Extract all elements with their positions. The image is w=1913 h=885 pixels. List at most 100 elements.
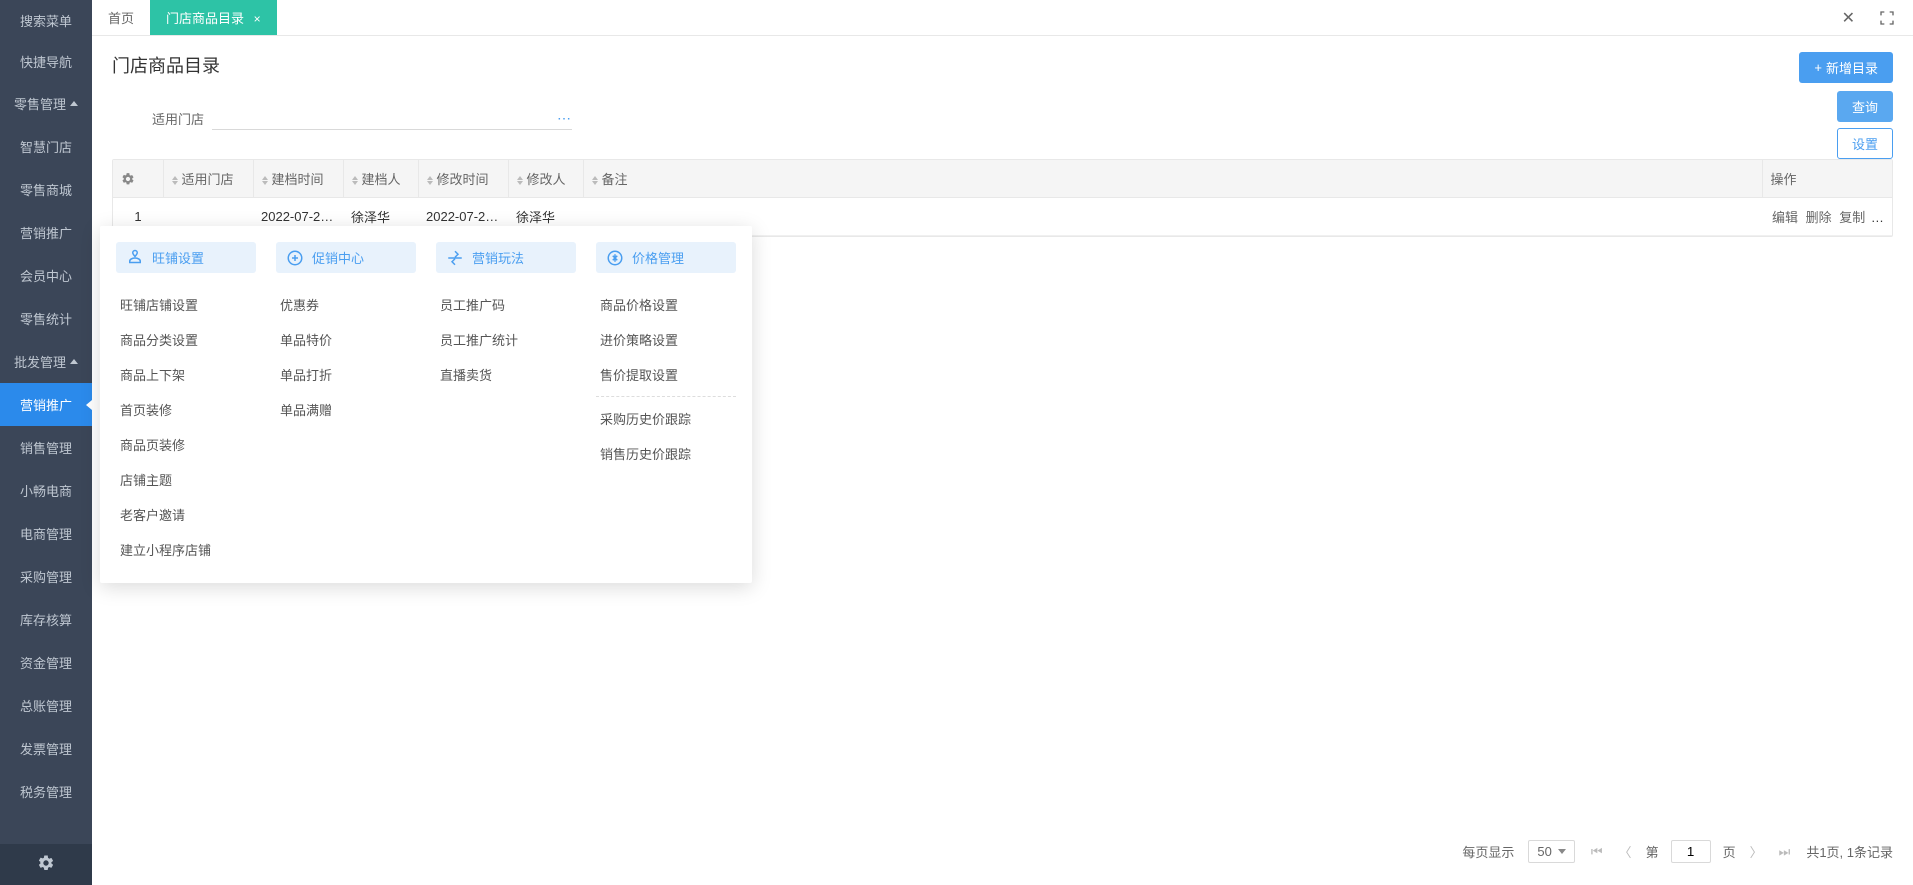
popover-item[interactable]: 售价提取设置 [596,357,736,392]
popover-item[interactable]: 销售历史价跟踪 [596,436,736,471]
th-op: 操作 [1762,160,1892,198]
sidebar-retail-mgmt[interactable]: 零售管理 [0,82,92,125]
per-page-select[interactable]: 50 [1528,840,1574,863]
add-catalog-button[interactable]: + 新增目录 [1799,52,1893,83]
th-label: 修改时间 [437,172,489,187]
sidebar-search-menu[interactable]: 搜索菜单 [0,0,92,41]
th-label: 适用门店 [182,172,234,187]
th-modify-time[interactable]: 修改时间 [418,160,508,198]
popover-item[interactable]: 商品上下架 [116,357,256,392]
th-modifier[interactable]: 修改人 [508,160,583,198]
th-label: 备注 [602,172,628,187]
th-label: 建档时间 [272,172,324,187]
catalog-table: 适用门店 建档时间 建档人 修改时间 修改人 备注 操作 1 2022-07-2… [113,160,1892,236]
popover-item[interactable]: 单品打折 [276,357,416,392]
sidebar-quick-nav[interactable]: 快捷导航 [0,41,92,82]
page-first[interactable]: ⏮ [1589,842,1605,862]
op-edit[interactable]: 编辑 [1772,210,1798,225]
sort-icon [352,176,358,185]
popover-item[interactable]: 商品页装修 [116,427,256,462]
popover-header-label: 旺铺设置 [152,248,204,267]
sidebar-child-marketing[interactable]: 营销推广 [0,211,92,254]
chevron-left-icon [86,400,92,410]
op-copy[interactable]: 复制 [1839,210,1865,225]
popover-header-label: 营销玩法 [472,248,524,267]
popover-item[interactable]: 首页装修 [116,392,256,427]
tab-home[interactable]: 首页 [92,0,150,35]
popover-header-promo: 促销中心 [276,242,416,273]
tab-label: 门店商品目录 [166,11,244,26]
query-button[interactable]: 查询 [1837,91,1893,122]
page-next[interactable]: 〉 [1748,840,1765,863]
op-view[interactable]: 查看 [1873,210,1892,225]
sidebar-footer-settings[interactable] [0,844,92,885]
store-filter-input[interactable] [212,110,572,125]
sidebar-child-marketing-promo[interactable]: 营销推广 [0,383,92,426]
th-gear[interactable] [113,160,163,198]
popover-item[interactable]: 员工推广统计 [436,322,576,357]
fullscreen-button[interactable] [1869,4,1905,32]
sidebar-purchase[interactable]: 采购管理 [0,555,92,598]
fullscreen-icon [1879,10,1895,26]
popover-col-price: 价格管理 商品价格设置 进价策略设置 售价提取设置 采购历史价跟踪 销售历史价跟… [596,242,736,567]
sidebar-ledger[interactable]: 总账管理 [0,684,92,727]
popover-header-label: 促销中心 [312,248,364,267]
close-all-button[interactable]: ✕ [1832,2,1865,34]
popover-item[interactable]: 进价策略设置 [596,322,736,357]
popover-item[interactable]: 单品特价 [276,322,416,357]
tab-store-catalog[interactable]: 门店商品目录 × [150,0,277,35]
popover-header-shop: 旺铺设置 [116,242,256,273]
sidebar-retail-label: 零售管理 [14,94,66,113]
th-remark[interactable]: 备注 [583,160,1762,198]
sidebar-child-retail-mall[interactable]: 零售商城 [0,168,92,211]
page-last[interactable]: ⏭ [1777,842,1793,862]
popover-item[interactable]: 直播卖货 [436,357,576,392]
th-creator[interactable]: 建档人 [343,160,418,198]
sidebar-child-member[interactable]: 会员中心 [0,254,92,297]
th-store[interactable]: 适用门店 [163,160,253,198]
popover-item[interactable]: 采购历史价跟踪 [596,401,736,436]
settings-button[interactable]: 设置 [1837,128,1893,159]
shop-icon [126,249,144,267]
popover-col-marketing: 营销玩法 员工推广码 员工推广统计 直播卖货 [436,242,576,567]
page-label-pre: 第 [1646,842,1659,861]
sidebar-xiaochang[interactable]: 小畅电商 [0,469,92,512]
sort-icon [427,176,433,185]
sidebar-child-sales-mgmt[interactable]: 销售管理 [0,426,92,469]
filter-row: 适用门店 ⋯ [112,96,572,150]
sidebar-child-retail-stats[interactable]: 零售统计 [0,297,92,340]
page-prev[interactable]: 〈 [1617,840,1634,863]
sidebar-wholesale-mgmt[interactable]: 批发管理 [0,340,92,383]
sidebar-funds[interactable]: 资金管理 [0,641,92,684]
sidebar-invoice[interactable]: 发票管理 [0,727,92,770]
popover-item[interactable]: 旺铺店铺设置 [116,287,256,322]
buttons-right: + 新增目录 查询 设置 [1799,52,1893,159]
ellipsis-icon[interactable]: ⋯ [557,110,572,127]
sidebar-ecommerce[interactable]: 电商管理 [0,512,92,555]
sidebar-tax[interactable]: 税务管理 [0,770,92,813]
op-del[interactable]: 删除 [1806,210,1832,225]
cell-ops: 编辑 删除 复制 查看 [1762,198,1892,236]
page-number-input[interactable] [1671,840,1711,863]
popover-item[interactable]: 单品满赠 [276,392,416,427]
popover-item[interactable]: 老客户邀请 [116,497,256,532]
sidebar-child-smart-store[interactable]: 智慧门店 [0,125,92,168]
popover-item[interactable]: 建立小程序店铺 [116,532,256,567]
page-nav: ⏮ 〈 第 页 〉 ⏭ [1589,840,1792,863]
popover-col-shop: 旺铺设置 旺铺店铺设置 商品分类设置 商品上下架 首页装修 商品页装修 店铺主题… [116,242,256,567]
popover-item[interactable]: 商品分类设置 [116,322,256,357]
popover-item[interactable]: 商品价格设置 [596,287,736,322]
page-title: 门店商品目录 [112,52,572,78]
popover-item[interactable]: 店铺主题 [116,462,256,497]
tabs-bar: 首页 门店商品目录 × ✕ [92,0,1913,36]
marketing-icon [446,249,464,267]
popover-header-label: 价格管理 [632,248,684,267]
popover-item[interactable]: 员工推广码 [436,287,576,322]
sidebar-inventory[interactable]: 库存核算 [0,598,92,641]
popover-item[interactable]: 优惠券 [276,287,416,322]
gear-icon [37,854,55,872]
price-icon [606,249,624,267]
chevron-up-icon [70,101,78,106]
close-icon[interactable]: × [254,12,261,26]
th-create-time[interactable]: 建档时间 [253,160,343,198]
